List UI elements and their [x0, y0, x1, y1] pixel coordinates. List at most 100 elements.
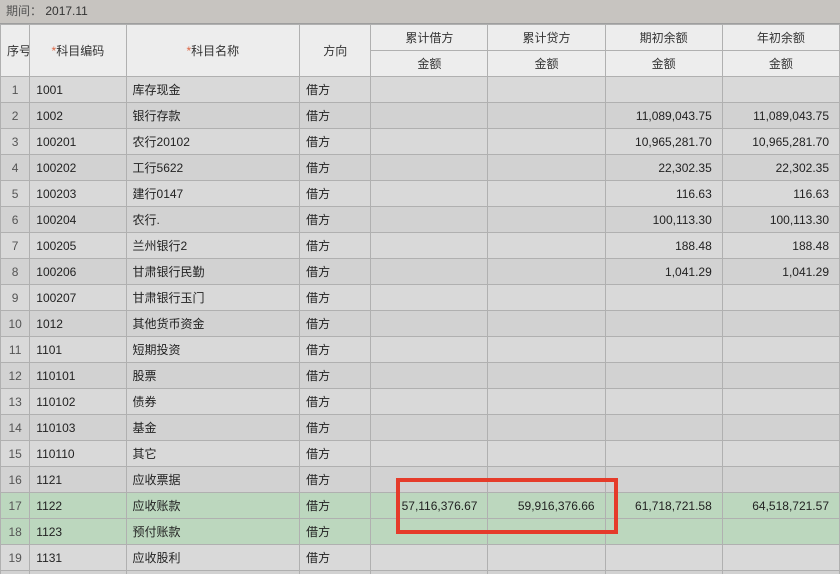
cell-name[interactable]: 其它 — [126, 441, 300, 467]
th-dir[interactable]: 方向 — [300, 25, 371, 77]
cell-debit[interactable] — [371, 337, 488, 363]
cell-debit[interactable] — [371, 259, 488, 285]
cell-code[interactable]: 100201 — [30, 129, 126, 155]
th-idx[interactable]: 序号 — [1, 25, 30, 77]
cell-code[interactable]: 110101 — [30, 363, 126, 389]
cell-debit[interactable] — [371, 389, 488, 415]
cell-yopen[interactable]: 116.63 — [722, 181, 839, 207]
table-row[interactable]: 11001库存现金借方 — [1, 77, 840, 103]
cell-credit[interactable] — [488, 103, 605, 129]
cell-credit[interactable] — [488, 389, 605, 415]
cell-open[interactable] — [605, 441, 722, 467]
cell-open[interactable]: 116.63 — [605, 181, 722, 207]
table-row[interactable]: 14110103基金借方 — [1, 415, 840, 441]
cell-open[interactable]: 61,718,721.58 — [605, 493, 722, 519]
cell-code[interactable]: 100205 — [30, 233, 126, 259]
cell-credit[interactable] — [488, 519, 605, 545]
cell-yopen[interactable] — [722, 545, 839, 571]
cell-debit[interactable] — [371, 77, 488, 103]
cell-code[interactable]: 100202 — [30, 155, 126, 181]
cell-name[interactable]: 债券 — [126, 389, 300, 415]
cell-yopen[interactable] — [722, 285, 839, 311]
th-name[interactable]: *科目名称 — [126, 25, 300, 77]
cell-code[interactable]: 1012 — [30, 311, 126, 337]
cell-open[interactable] — [605, 467, 722, 493]
th-credit-total[interactable]: 累计贷方 — [488, 25, 605, 51]
cell-credit[interactable] — [488, 337, 605, 363]
cell-code[interactable]: 100204 — [30, 207, 126, 233]
cell-yopen[interactable]: 1,041.29 — [722, 259, 839, 285]
table-row[interactable]: 4100202工行5622借方22,302.3522,302.35 — [1, 155, 840, 181]
cell-open[interactable] — [605, 519, 722, 545]
cell-yopen[interactable] — [722, 441, 839, 467]
cell-name[interactable]: 兰州银行2 — [126, 233, 300, 259]
cell-code[interactable]: 100207 — [30, 285, 126, 311]
cell-dir[interactable]: 借方 — [300, 571, 371, 574]
cell-code[interactable]: 1001 — [30, 77, 126, 103]
cell-name[interactable]: 股票 — [126, 363, 300, 389]
th-amount-2[interactable]: 金额 — [488, 51, 605, 77]
cell-debit[interactable] — [371, 571, 488, 574]
cell-yopen[interactable] — [722, 311, 839, 337]
cell-code[interactable]: 110110 — [30, 441, 126, 467]
cell-yopen[interactable]: 22,302.35 — [722, 155, 839, 181]
cell-open[interactable]: 11,089,043.75 — [605, 103, 722, 129]
cell-name[interactable]: 农行. — [126, 207, 300, 233]
cell-code[interactable]: 110102 — [30, 389, 126, 415]
cell-yopen[interactable] — [722, 467, 839, 493]
cell-yopen[interactable]: 10,965,281.70 — [722, 129, 839, 155]
cell-debit[interactable] — [371, 285, 488, 311]
cell-debit[interactable]: 57,116,376.67 — [371, 493, 488, 519]
cell-dir[interactable]: 借方 — [300, 415, 371, 441]
period-value[interactable]: 2017.11 — [45, 4, 88, 18]
cell-open[interactable]: 188.48 — [605, 233, 722, 259]
cell-dir[interactable]: 借方 — [300, 363, 371, 389]
cell-name[interactable]: 应收股利 — [126, 545, 300, 571]
cell-credit[interactable] — [488, 155, 605, 181]
th-year-open-bal[interactable]: 年初余额 — [722, 25, 839, 51]
cell-debit[interactable] — [371, 363, 488, 389]
cell-credit[interactable] — [488, 571, 605, 574]
cell-credit[interactable] — [488, 441, 605, 467]
table-row[interactable]: 181123预付账款借方 — [1, 519, 840, 545]
cell-name[interactable]: 应收账款 — [126, 493, 300, 519]
cell-name[interactable]: 短期投资 — [126, 337, 300, 363]
cell-open[interactable] — [605, 77, 722, 103]
cell-credit[interactable] — [488, 181, 605, 207]
cell-code[interactable]: 1123 — [30, 519, 126, 545]
table-row[interactable]: 5100203建行0147借方116.63116.63 — [1, 181, 840, 207]
cell-dir[interactable]: 借方 — [300, 233, 371, 259]
cell-code[interactable]: 1132 — [30, 571, 126, 574]
table-row[interactable]: 12110101股票借方 — [1, 363, 840, 389]
cell-debit[interactable] — [371, 311, 488, 337]
cell-open[interactable] — [605, 389, 722, 415]
cell-dir[interactable]: 借方 — [300, 311, 371, 337]
cell-code[interactable]: 100203 — [30, 181, 126, 207]
table-row[interactable]: 191131应收股利借方 — [1, 545, 840, 571]
cell-yopen[interactable] — [722, 389, 839, 415]
cell-yopen[interactable] — [722, 337, 839, 363]
cell-credit[interactable] — [488, 363, 605, 389]
cell-dir[interactable]: 借方 — [300, 103, 371, 129]
table-row[interactable]: 201132应收利息借方 — [1, 571, 840, 574]
table-row[interactable]: 161121应收票据借方 — [1, 467, 840, 493]
table-row[interactable]: 9100207甘肃银行玉门借方 — [1, 285, 840, 311]
table-row[interactable]: 6100204农行.借方100,113.30100,113.30 — [1, 207, 840, 233]
cell-name[interactable]: 应收票据 — [126, 467, 300, 493]
table-row[interactable]: 101012其他货币资金借方 — [1, 311, 840, 337]
cell-open[interactable]: 10,965,281.70 — [605, 129, 722, 155]
cell-dir[interactable]: 借方 — [300, 77, 371, 103]
cell-dir[interactable]: 借方 — [300, 337, 371, 363]
cell-code[interactable]: 110103 — [30, 415, 126, 441]
cell-yopen[interactable]: 64,518,721.57 — [722, 493, 839, 519]
cell-code[interactable]: 1121 — [30, 467, 126, 493]
cell-name[interactable]: 预付账款 — [126, 519, 300, 545]
cell-dir[interactable]: 借方 — [300, 285, 371, 311]
cell-open[interactable] — [605, 415, 722, 441]
cell-credit[interactable] — [488, 285, 605, 311]
cell-open[interactable] — [605, 337, 722, 363]
cell-debit[interactable] — [371, 129, 488, 155]
cell-credit[interactable] — [488, 415, 605, 441]
cell-dir[interactable]: 借方 — [300, 155, 371, 181]
cell-open[interactable] — [605, 545, 722, 571]
